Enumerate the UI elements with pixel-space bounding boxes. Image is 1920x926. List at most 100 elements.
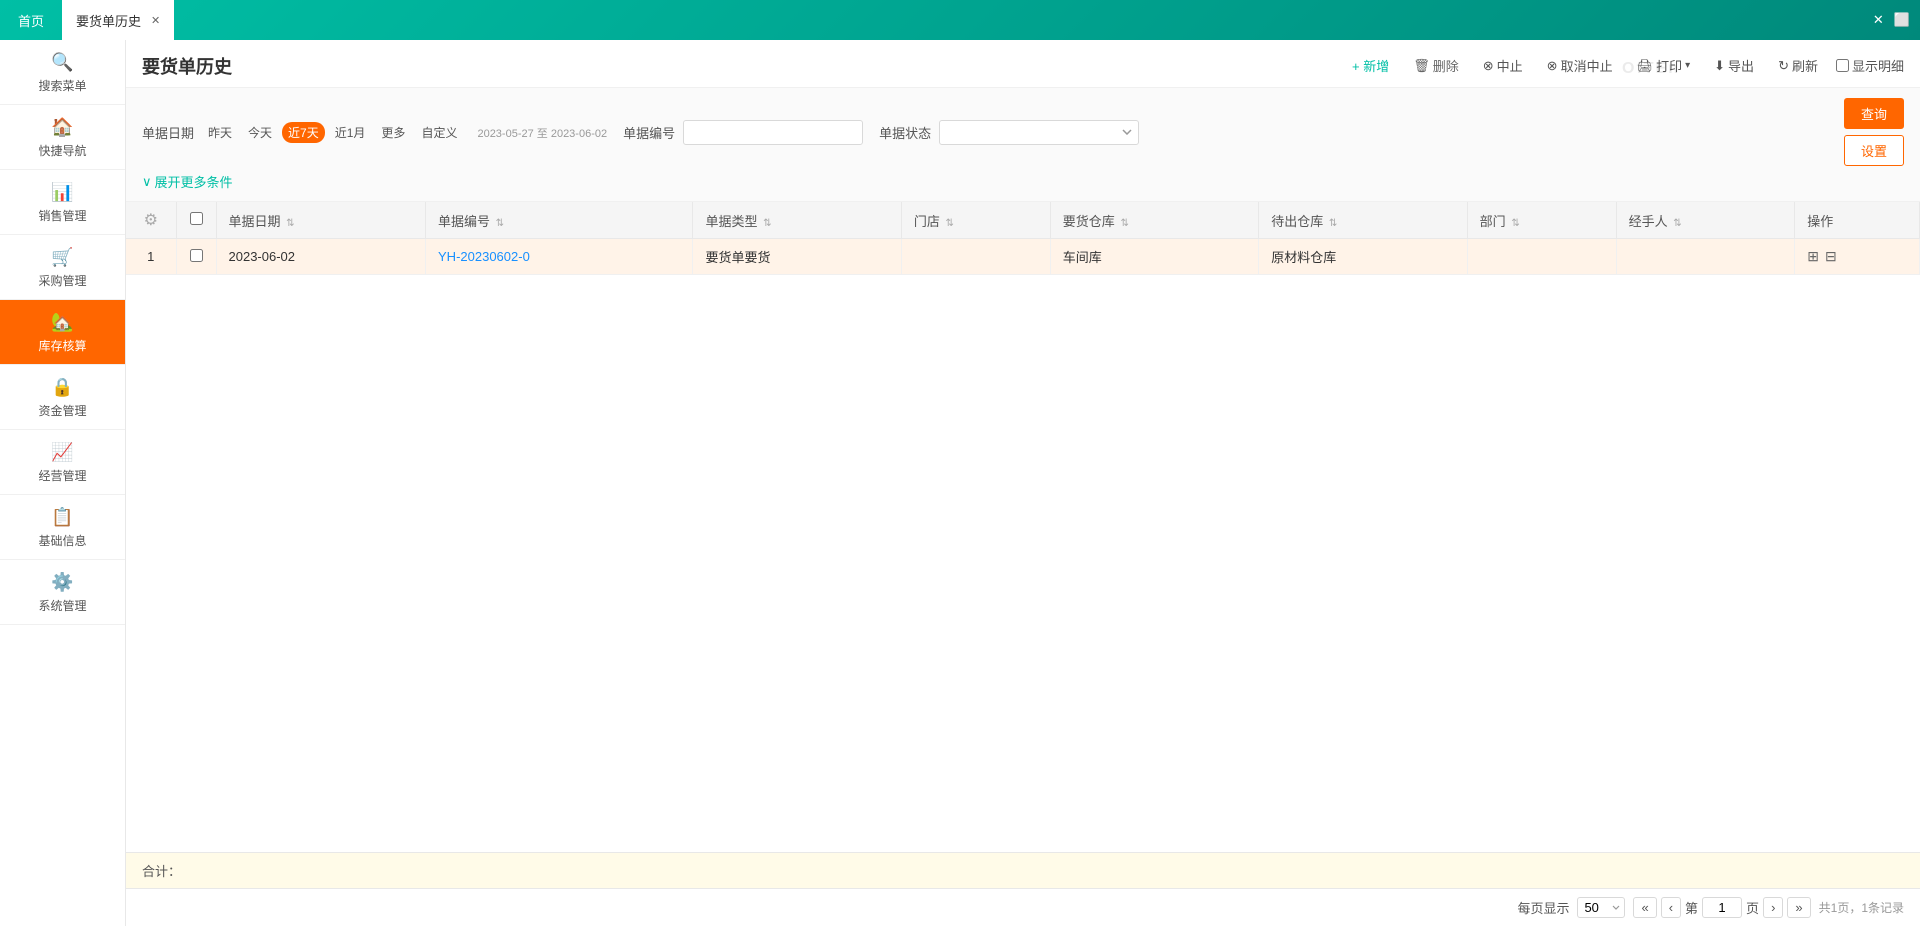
- page-prefix: 第: [1685, 898, 1698, 917]
- th-settings: ⚙: [126, 202, 176, 239]
- shortcut-1month[interactable]: 近1月: [329, 122, 372, 143]
- next-page-button[interactable]: ›: [1763, 897, 1783, 918]
- delete-icon: 🗑: [1413, 58, 1430, 74]
- sort-req-wh-icon[interactable]: ⇅: [1120, 218, 1128, 229]
- date-shortcuts: 昨天 今天 近7天 近1月 更多 自定义: [202, 122, 463, 143]
- td-order-no: YH-20230602-0: [426, 239, 693, 275]
- date-filter-group: 单据日期 昨天 今天 近7天 近1月 更多 自定义 2023-05-27 至 2…: [142, 122, 607, 143]
- footer-sum: 合计：: [126, 852, 1920, 888]
- sidebar-item-basic-info[interactable]: 📋 基础信息: [0, 495, 125, 560]
- stop-button[interactable]: ⊗ 中止: [1477, 52, 1529, 79]
- sort-order-no-icon[interactable]: ⇅: [496, 218, 504, 229]
- filter-actions: 查询 设置: [1844, 98, 1904, 166]
- shortcut-today[interactable]: 今天: [242, 122, 278, 143]
- window-close-icon[interactable]: ✕: [1873, 12, 1884, 28]
- sidebar-item-purchase[interactable]: 🛒 采购管理: [0, 235, 125, 300]
- query-button[interactable]: 查询: [1844, 98, 1904, 129]
- th-pending-warehouse: 待出仓库 ⇅: [1259, 202, 1467, 239]
- sidebar-item-operations[interactable]: 📈 经营管理: [0, 430, 125, 495]
- sidebar-label-sales: 销售管理: [38, 207, 86, 224]
- sidebar-item-shortcut[interactable]: 🏠 快捷导航: [0, 105, 125, 170]
- shortcut-custom[interactable]: 自定义: [415, 122, 463, 143]
- td-operation: ⊞ ⊟: [1795, 239, 1920, 275]
- export-button[interactable]: ⬇ 导出: [1708, 52, 1760, 79]
- tab-requisition-history[interactable]: 要货单历史 ✕: [62, 0, 174, 40]
- page-number-input[interactable]: [1702, 897, 1742, 918]
- td-store: [901, 239, 1050, 275]
- print-icon: 🖨: [1637, 58, 1654, 74]
- refresh-button[interactable]: ↻ 刷新: [1772, 52, 1824, 79]
- th-department: 部门 ⇅: [1467, 202, 1616, 239]
- cancel-stop-button[interactable]: ⊗ 取消中止: [1541, 52, 1619, 79]
- td-req-warehouse: 车间库: [1050, 239, 1258, 275]
- th-order-no: 单据编号 ⇅: [426, 202, 693, 239]
- stop-icon: ⊗: [1483, 58, 1494, 74]
- sidebar-label-purchase: 采购管理: [38, 272, 86, 289]
- cancel-stop-icon: ⊗: [1547, 58, 1558, 74]
- order-no-input[interactable]: [683, 120, 863, 145]
- page-header: 要货单历史 + 新增 🗑 删除 ⊗ 中止 ⊗ 取消中止 🖨 打印: [126, 40, 1920, 88]
- data-table: ⚙ 单据日期 ⇅ 单据编号 ⇅: [126, 202, 1920, 275]
- view-detail-icon[interactable]: ⊞: [1807, 248, 1819, 265]
- sidebar-item-search[interactable]: 🔍 搜索菜单: [0, 40, 125, 105]
- basic-info-icon: 📋: [51, 507, 73, 528]
- close-tab-icon[interactable]: ✕: [151, 14, 160, 27]
- shortcut-7days[interactable]: 近7天: [282, 122, 325, 143]
- sidebar-item-inventory[interactable]: 🏡 库存核算: [0, 300, 125, 365]
- td-num: 1: [126, 239, 176, 275]
- sidebar-item-sales[interactable]: 📊 销售管理: [0, 170, 125, 235]
- tab-home[interactable]: 首页: [0, 0, 62, 40]
- th-checkbox: [176, 202, 216, 239]
- show-detail-checkbox[interactable]: [1836, 59, 1849, 72]
- column-settings-icon[interactable]: ⚙: [144, 212, 158, 229]
- date-filter-label: 单据日期: [142, 123, 194, 142]
- window-maximize-icon[interactable]: ⬜: [1894, 12, 1910, 28]
- sort-pending-wh-icon[interactable]: ⇅: [1329, 218, 1337, 229]
- expand-more-button[interactable]: ∨ 展开更多条件: [142, 172, 1904, 191]
- sidebar-label-search: 搜索菜单: [38, 77, 86, 94]
- shortcut-yesterday[interactable]: 昨天: [202, 122, 238, 143]
- settings-button[interactable]: 设置: [1844, 135, 1904, 166]
- th-date: 单据日期 ⇅: [216, 202, 426, 239]
- new-button[interactable]: + 新增: [1346, 52, 1395, 79]
- select-all-checkbox[interactable]: [190, 212, 203, 225]
- th-req-warehouse: 要货仓库 ⇅: [1050, 202, 1258, 239]
- per-page-select[interactable]: 50 10 20 100: [1577, 897, 1625, 918]
- window-controls: ✕ ⬜: [1873, 12, 1920, 28]
- first-page-button[interactable]: «: [1633, 897, 1656, 918]
- sidebar-label-system: 系统管理: [38, 597, 86, 614]
- prev-page-button[interactable]: ‹: [1661, 897, 1681, 918]
- per-page-label: 每页显示: [1517, 898, 1569, 917]
- sort-handler-icon[interactable]: ⇅: [1673, 218, 1681, 229]
- page-title: 要货单历史: [142, 53, 232, 79]
- th-order-type: 单据类型 ⇅: [693, 202, 901, 239]
- sort-dept-icon[interactable]: ⇅: [1511, 218, 1519, 229]
- sort-date-icon[interactable]: ⇅: [286, 218, 294, 229]
- print-button[interactable]: 🖨 打印 ▾: [1631, 52, 1697, 79]
- td-department: [1467, 239, 1616, 275]
- date-range-display: 2023-05-27 至 2023-06-02: [477, 125, 607, 141]
- td-handler: [1616, 239, 1795, 275]
- status-select[interactable]: [939, 120, 1139, 145]
- page-nav: « ‹ 第 页 › »: [1633, 897, 1810, 918]
- td-order-type: 要货单要货: [693, 239, 901, 275]
- export-icon: ⬇: [1714, 58, 1725, 74]
- sidebar-label-finance: 资金管理: [38, 402, 86, 419]
- table-row: 1 2023-06-02 YH-20230602-0 要货单要货 车间库 原材料…: [126, 239, 1920, 275]
- order-no-link[interactable]: YH-20230602-0: [438, 249, 530, 264]
- more-action-icon[interactable]: ⊟: [1825, 248, 1837, 265]
- finance-icon: 🔒: [51, 377, 73, 398]
- th-store: 门店 ⇅: [901, 202, 1050, 239]
- sort-store-icon[interactable]: ⇅: [946, 218, 954, 229]
- main-layout: 🔍 搜索菜单 🏠 快捷导航 📊 销售管理 🛒 采购管理 🏡 库存核算 🔒 资金管…: [0, 40, 1920, 926]
- sidebar-item-finance[interactable]: 🔒 资金管理: [0, 365, 125, 430]
- sidebar-label-shortcut: 快捷导航: [38, 142, 86, 159]
- last-page-button[interactable]: »: [1787, 897, 1810, 918]
- sort-type-icon[interactable]: ⇅: [763, 218, 771, 229]
- show-detail-toggle[interactable]: 显示明细: [1836, 56, 1904, 75]
- chevron-down-icon: ∨: [142, 174, 152, 190]
- row-checkbox[interactable]: [190, 249, 203, 262]
- delete-button[interactable]: 🗑 删除: [1407, 52, 1465, 79]
- sidebar-item-system[interactable]: ⚙️ 系统管理: [0, 560, 125, 625]
- shortcut-more[interactable]: 更多: [375, 122, 411, 143]
